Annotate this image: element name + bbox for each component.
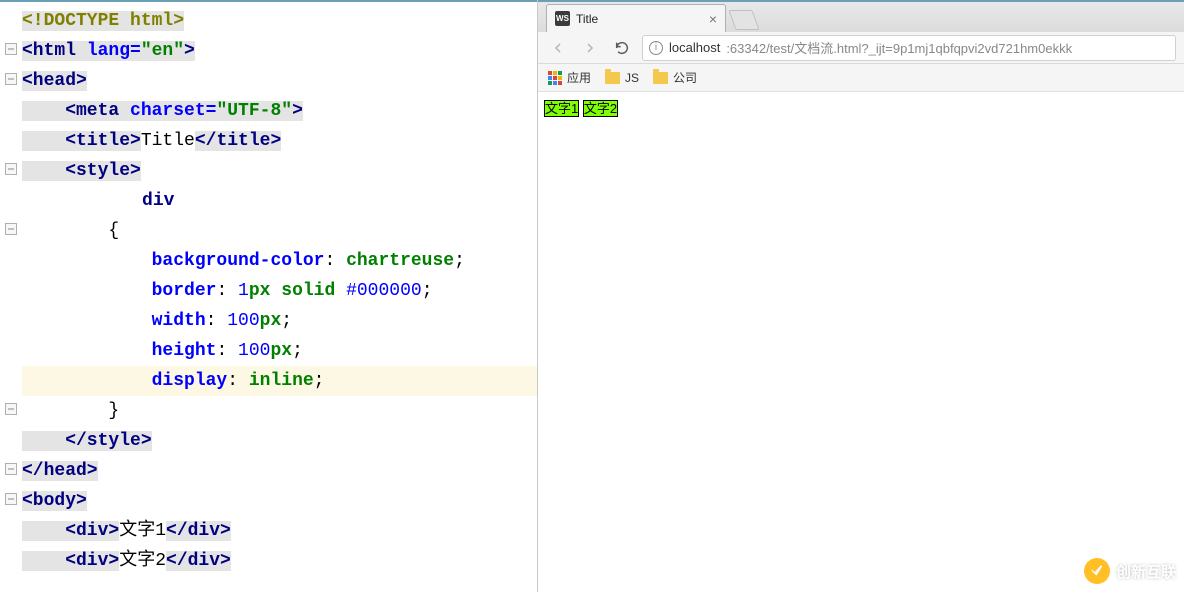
code-area[interactable]: <!DOCTYPE html> <html lang="en"> <head> … <box>0 2 537 576</box>
url-host: localhost <box>669 40 720 55</box>
bookmark-folder-js[interactable]: JS <box>605 71 639 85</box>
editor-gutter <box>0 4 22 594</box>
fold-icon[interactable] <box>5 223 17 235</box>
browser-pane: WS Title × i localhost :63342/test/文档流.ht… <box>537 0 1184 592</box>
new-tab-button[interactable] <box>728 10 759 30</box>
url-path: :63342/test/文档流.html?_ijt=9p1mj1qbfqpvi2… <box>726 38 1072 57</box>
fold-icon[interactable] <box>5 463 17 475</box>
page-viewport: 文字1 文字2 <box>538 92 1184 592</box>
forward-button[interactable] <box>578 36 602 60</box>
favicon-icon: WS <box>555 11 570 26</box>
watermark-icon <box>1084 558 1110 584</box>
fold-icon[interactable] <box>5 403 17 415</box>
folder-icon <box>653 72 668 84</box>
apps-button[interactable]: 应用 <box>548 69 591 86</box>
url-input[interactable]: i localhost :63342/test/文档流.html?_ijt=9p1… <box>642 35 1176 61</box>
reload-button[interactable] <box>610 36 634 60</box>
fold-icon[interactable] <box>5 163 17 175</box>
fold-icon[interactable] <box>5 493 17 505</box>
watermark: 创新互联 <box>1084 558 1176 584</box>
rendered-div-1: 文字1 <box>544 100 579 117</box>
code-editor-pane: <!DOCTYPE html> <html lang="en"> <head> … <box>0 0 537 592</box>
watermark-text: 创新互联 <box>1116 561 1176 582</box>
doctype: <!DOCTYPE <box>22 11 130 31</box>
apps-icon <box>548 71 562 85</box>
info-icon[interactable]: i <box>649 41 663 55</box>
fold-icon[interactable] <box>5 43 17 55</box>
fold-icon[interactable] <box>5 73 17 85</box>
bookmark-folder-company[interactable]: 公司 <box>653 69 697 86</box>
rendered-div-2: 文字2 <box>583 100 618 117</box>
back-button[interactable] <box>546 36 570 60</box>
browser-tab[interactable]: WS Title × <box>546 4 726 32</box>
address-bar: i localhost :63342/test/文档流.html?_ijt=9p1… <box>538 32 1184 64</box>
close-icon[interactable]: × <box>709 11 717 27</box>
tab-title: Title <box>576 12 703 26</box>
bookmark-bar: 应用 JS 公司 <box>538 64 1184 92</box>
tab-strip: WS Title × <box>538 0 1184 32</box>
folder-icon <box>605 72 620 84</box>
